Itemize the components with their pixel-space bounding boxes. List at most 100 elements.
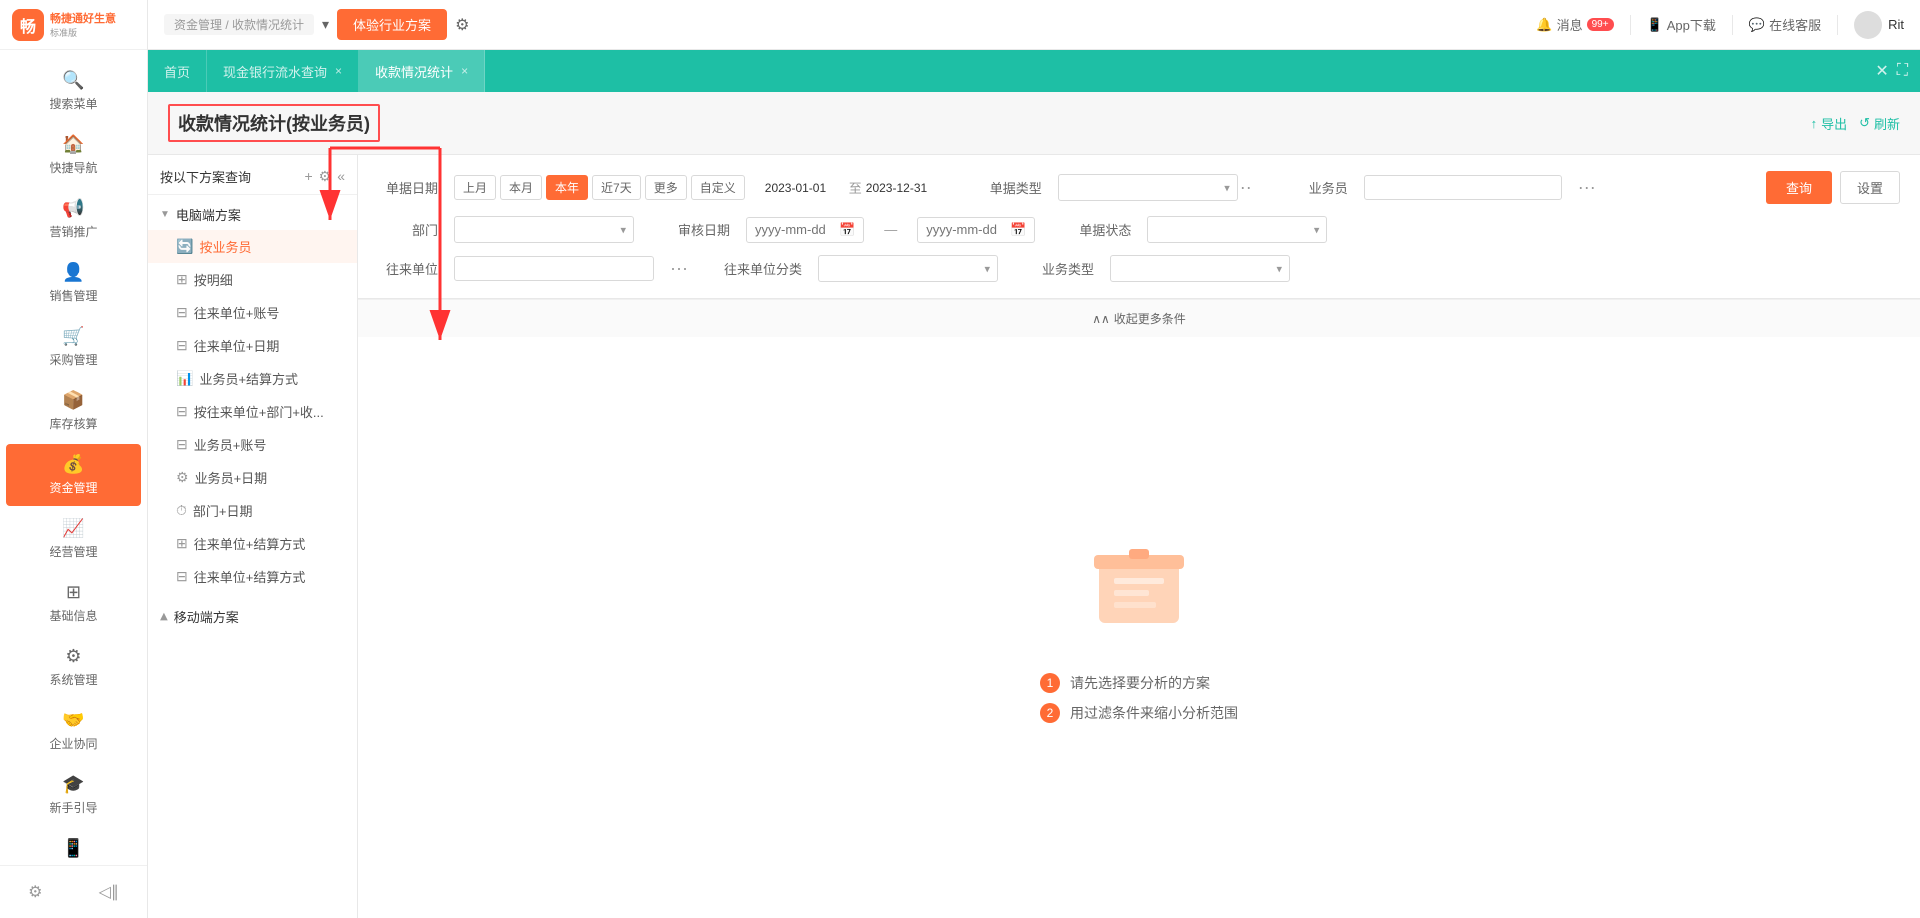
- hardware-icon: 📱: [62, 838, 84, 859]
- biz-type-select[interactable]: [1110, 255, 1290, 282]
- sidebar-item-nav[interactable]: 🏠 快捷导航: [6, 124, 141, 186]
- finance-icon: 💰: [62, 454, 84, 475]
- online-service-btn[interactable]: 💬 在线客服: [1749, 15, 1821, 34]
- empty-illustration-svg: [1079, 533, 1199, 633]
- search-icon: 🔍: [62, 70, 84, 91]
- sidebar-item-inventory[interactable]: 📦 库存核算: [6, 380, 141, 442]
- plan-item-unit-date[interactable]: ⊟ 往来单位+日期: [148, 329, 357, 362]
- audit-date-from[interactable]: [755, 222, 835, 237]
- doc-status-label: 单据状态: [1071, 220, 1131, 239]
- sidebar-item-purchase[interactable]: 🛒 采购管理: [6, 316, 141, 378]
- calendar-to-icon[interactable]: 📅: [1010, 222, 1026, 238]
- plan-group-pc-header[interactable]: ▼ 电脑端方案: [148, 199, 357, 230]
- date-btn-last-month[interactable]: 上月: [454, 175, 496, 200]
- sidebar-item-system[interactable]: ⚙ 系统管理: [6, 636, 141, 698]
- sidebar-item-search[interactable]: 🔍 搜索菜单: [6, 60, 141, 122]
- tab-close-all-btn[interactable]: ✕: [1875, 61, 1888, 81]
- empty-state: 1 请先选择要分析的方案 2 用过滤条件来缩小分析范围: [358, 337, 1920, 918]
- app-download-btn[interactable]: 📱 App下载: [1647, 15, 1716, 34]
- sidebar-item-enterprise[interactable]: 🤝 企业协同: [6, 700, 141, 762]
- refresh-button[interactable]: ↺ 刷新: [1859, 114, 1900, 133]
- calendar-from-icon[interactable]: 📅: [839, 222, 855, 238]
- date-btn-more[interactable]: 更多: [645, 175, 687, 200]
- plan-item-unit-dept[interactable]: ⊟ 按往来单位+部门+收...: [148, 395, 357, 428]
- add-plan-btn[interactable]: +: [304, 168, 312, 185]
- date-btn-custom[interactable]: 自定义: [691, 175, 745, 200]
- tab-home[interactable]: 首页: [148, 50, 207, 92]
- counterpart-type-label: 往来单位分类: [724, 259, 802, 278]
- plan-item-unit-settle1[interactable]: ⊞ 往来单位+结算方式: [148, 527, 357, 560]
- staff-input-wrap: [1364, 175, 1562, 200]
- plan-icon-unit-account: ⊟: [176, 304, 188, 321]
- filter-row-2: 部门 审核日期 📅: [378, 216, 1900, 243]
- doc-type-select[interactable]: [1058, 174, 1238, 201]
- sidebar-item-guide[interactable]: 🎓 新手引导: [6, 764, 141, 826]
- doc-status-select[interactable]: [1147, 216, 1327, 243]
- date-btn-this-month[interactable]: 本月: [500, 175, 542, 200]
- staff-input[interactable]: [1375, 180, 1551, 195]
- collapse-sidebar-btn[interactable]: ◁∥: [91, 878, 127, 906]
- tab-bank[interactable]: 现金银行流水查询 ×: [207, 50, 359, 92]
- empty-hints: 1 请先选择要分析的方案 2 用过滤条件来缩小分析范围: [1040, 673, 1238, 723]
- date-from-input[interactable]: [765, 181, 845, 195]
- plan-item-staff-settle[interactable]: 📊 业务员+结算方式: [148, 362, 357, 395]
- audit-date-to[interactable]: [926, 222, 1006, 237]
- tab-maximize-btn[interactable]: ⛶: [1897, 62, 1908, 80]
- plan-item-staff-account[interactable]: ⊟ 业务员+账号: [148, 428, 357, 461]
- sidebar-item-finance[interactable]: 💰 资金管理: [6, 444, 141, 506]
- plan-group-mobile-header[interactable]: ▶ 移动端方案: [148, 601, 357, 632]
- date-btn-this-year[interactable]: 本年: [546, 175, 588, 200]
- user-area[interactable]: Rit: [1854, 11, 1904, 39]
- plan-icon-staff-account: ⊟: [176, 436, 188, 453]
- query-button[interactable]: 查询: [1766, 171, 1832, 204]
- collapse-panel-btn[interactable]: «: [337, 168, 345, 185]
- counterpart-type-select[interactable]: [818, 255, 998, 282]
- plan-icon-dept-date: ⏱: [176, 502, 187, 519]
- sidebar-item-marketing[interactable]: 📢 营销推广: [6, 188, 141, 250]
- staff-more-icon[interactable]: ···: [1578, 177, 1596, 198]
- plan-item-by-staff[interactable]: 🔄 按业务员: [148, 230, 357, 263]
- sidebar-item-basic[interactable]: ⊞ 基础信息: [6, 572, 141, 634]
- dept-select[interactable]: [454, 216, 634, 243]
- enterprise-icon: 🤝: [62, 710, 84, 731]
- plan-item-unit-settle2[interactable]: ⊟ 往来单位+结算方式: [148, 560, 357, 593]
- main-area: 资金管理 / 收款情况统计 ▾ 体验行业方案 ⚙ 🔔 消息 99+ 📱 App下…: [148, 0, 1920, 918]
- counterpart-more-icon[interactable]: ···: [670, 258, 688, 279]
- export-icon: ↑: [1811, 116, 1818, 131]
- settings-gear-icon[interactable]: ⚙: [455, 15, 469, 35]
- logo-icon: 畅: [12, 9, 44, 41]
- logo-text: 畅捷通好生意 标准版: [50, 10, 116, 39]
- system-icon: ⚙: [65, 646, 81, 667]
- marketing-icon: 📢: [62, 198, 84, 219]
- basic-icon: ⊞: [66, 582, 81, 603]
- empty-hint-2: 2 用过滤条件来缩小分析范围: [1040, 703, 1238, 723]
- collapse-bar[interactable]: ∧∧ 收起更多条件: [358, 299, 1920, 337]
- tab-controls: ✕ ⛶: [1863, 50, 1920, 92]
- plan-icon-staff-date: ⚙: [176, 469, 189, 486]
- counterpart-input[interactable]: [465, 261, 643, 276]
- sidebar-item-operation[interactable]: 📈 经营管理: [6, 508, 141, 570]
- plan-item-staff-date[interactable]: ⚙ 业务员+日期: [148, 461, 357, 494]
- settings-footer-btn[interactable]: ⚙: [20, 878, 50, 906]
- topbar: 资金管理 / 收款情况统计 ▾ 体验行业方案 ⚙ 🔔 消息 99+ 📱 App下…: [148, 0, 1920, 50]
- tab-receipt[interactable]: 收款情况统计 ×: [359, 50, 485, 92]
- breadcrumb-chevron[interactable]: ▾: [322, 16, 329, 33]
- sidebar-item-sales[interactable]: 👤 销售管理: [6, 252, 141, 314]
- plan-icon-unit-settle2: ⊟: [176, 568, 188, 585]
- tab-close-receipt[interactable]: ×: [461, 64, 468, 78]
- tab-close-bank[interactable]: ×: [335, 64, 342, 78]
- setting-plan-btn[interactable]: ⚙: [319, 168, 332, 185]
- date-btn-7days[interactable]: 近7天: [592, 175, 641, 200]
- plan-item-by-detail[interactable]: ⊞ 按明细: [148, 263, 357, 296]
- plan-group-pc-items: 🔄 按业务员 ⊞ 按明细 ⊟ 往来单位+账号: [148, 230, 357, 593]
- plan-item-dept-date[interactable]: ⏱ 部门+日期: [148, 494, 357, 527]
- trial-button[interactable]: 体验行业方案: [337, 9, 447, 40]
- counterpart-label: 往来单位: [378, 259, 438, 278]
- sidebar-item-hardware[interactable]: 📱 智能硬件: [6, 828, 141, 865]
- notification-btn[interactable]: 🔔 消息 99+: [1536, 15, 1613, 34]
- setting-button[interactable]: 设置: [1840, 171, 1900, 204]
- export-button[interactable]: ↑ 导出: [1811, 114, 1848, 133]
- plan-icon-unit-settle1: ⊞: [176, 535, 188, 552]
- plan-item-unit-account[interactable]: ⊟ 往来单位+账号: [148, 296, 357, 329]
- date-to-input[interactable]: [866, 181, 946, 195]
